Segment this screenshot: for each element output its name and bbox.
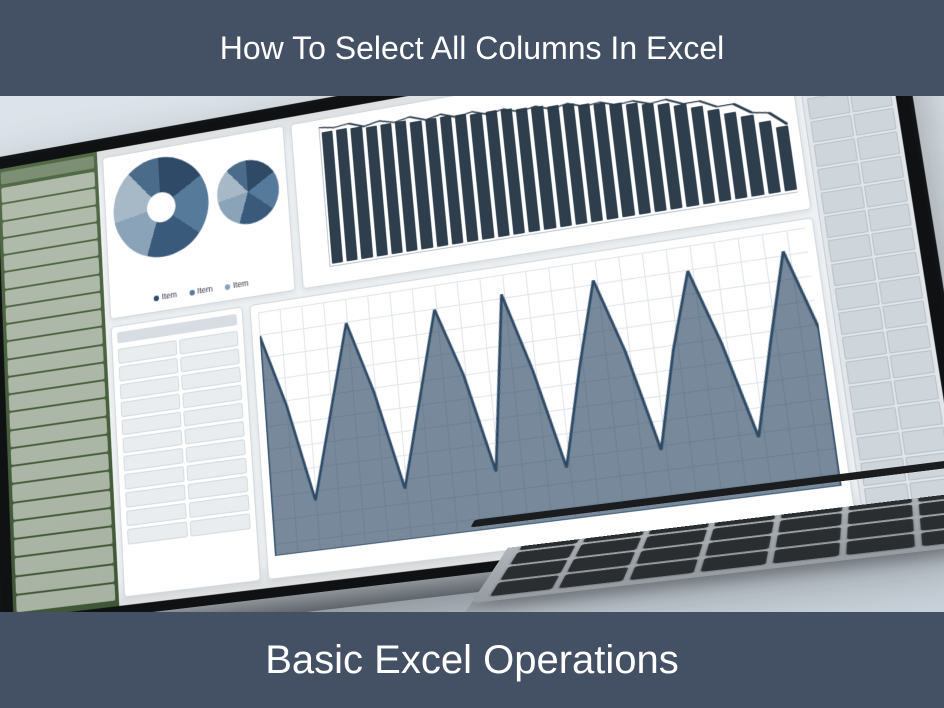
pie-chart-icon <box>215 155 281 229</box>
pie-chart-panel: Item Item Item <box>102 126 295 320</box>
right-cell <box>835 282 880 310</box>
right-cell <box>882 301 927 330</box>
right-cell <box>885 325 931 354</box>
category-label: Basic Excel Operations <box>265 638 679 683</box>
right-cell <box>893 375 939 404</box>
right-cell <box>831 258 876 286</box>
right-cell <box>878 276 923 305</box>
legend-swatch-icon <box>154 295 160 301</box>
right-cell <box>838 307 883 336</box>
right-cell <box>842 332 887 361</box>
legend-label: Item <box>233 278 249 290</box>
legend-swatch-icon <box>189 289 195 295</box>
legend-item: Item <box>225 278 249 291</box>
tutorial-card: How To Select All Columns In Excel <box>0 0 944 708</box>
right-cell <box>874 251 919 280</box>
donut-chart-icon <box>111 149 211 264</box>
illustration-stage: Item Item Item <box>0 96 944 612</box>
right-cell <box>901 426 944 455</box>
legend-item: Item <box>154 290 178 303</box>
legend-label: Item <box>161 290 177 302</box>
legend-swatch-icon <box>225 284 231 290</box>
legend-item: Item <box>189 284 213 297</box>
right-cell <box>849 381 894 410</box>
right-cell <box>845 356 890 385</box>
category-band: Basic Excel Operations <box>0 612 944 708</box>
data-list-panel <box>111 306 261 597</box>
laptop-illustration: Item Item Item <box>0 96 944 612</box>
page-title: How To Select All Columns In Excel <box>220 30 725 67</box>
right-cell <box>889 350 935 379</box>
right-cell <box>856 432 902 461</box>
pie-legend: Item Item Item <box>154 278 249 302</box>
legend-label: Item <box>197 284 213 296</box>
title-band: How To Select All Columns In Excel <box>0 0 944 96</box>
right-cell <box>853 406 899 435</box>
right-cell <box>897 401 943 430</box>
